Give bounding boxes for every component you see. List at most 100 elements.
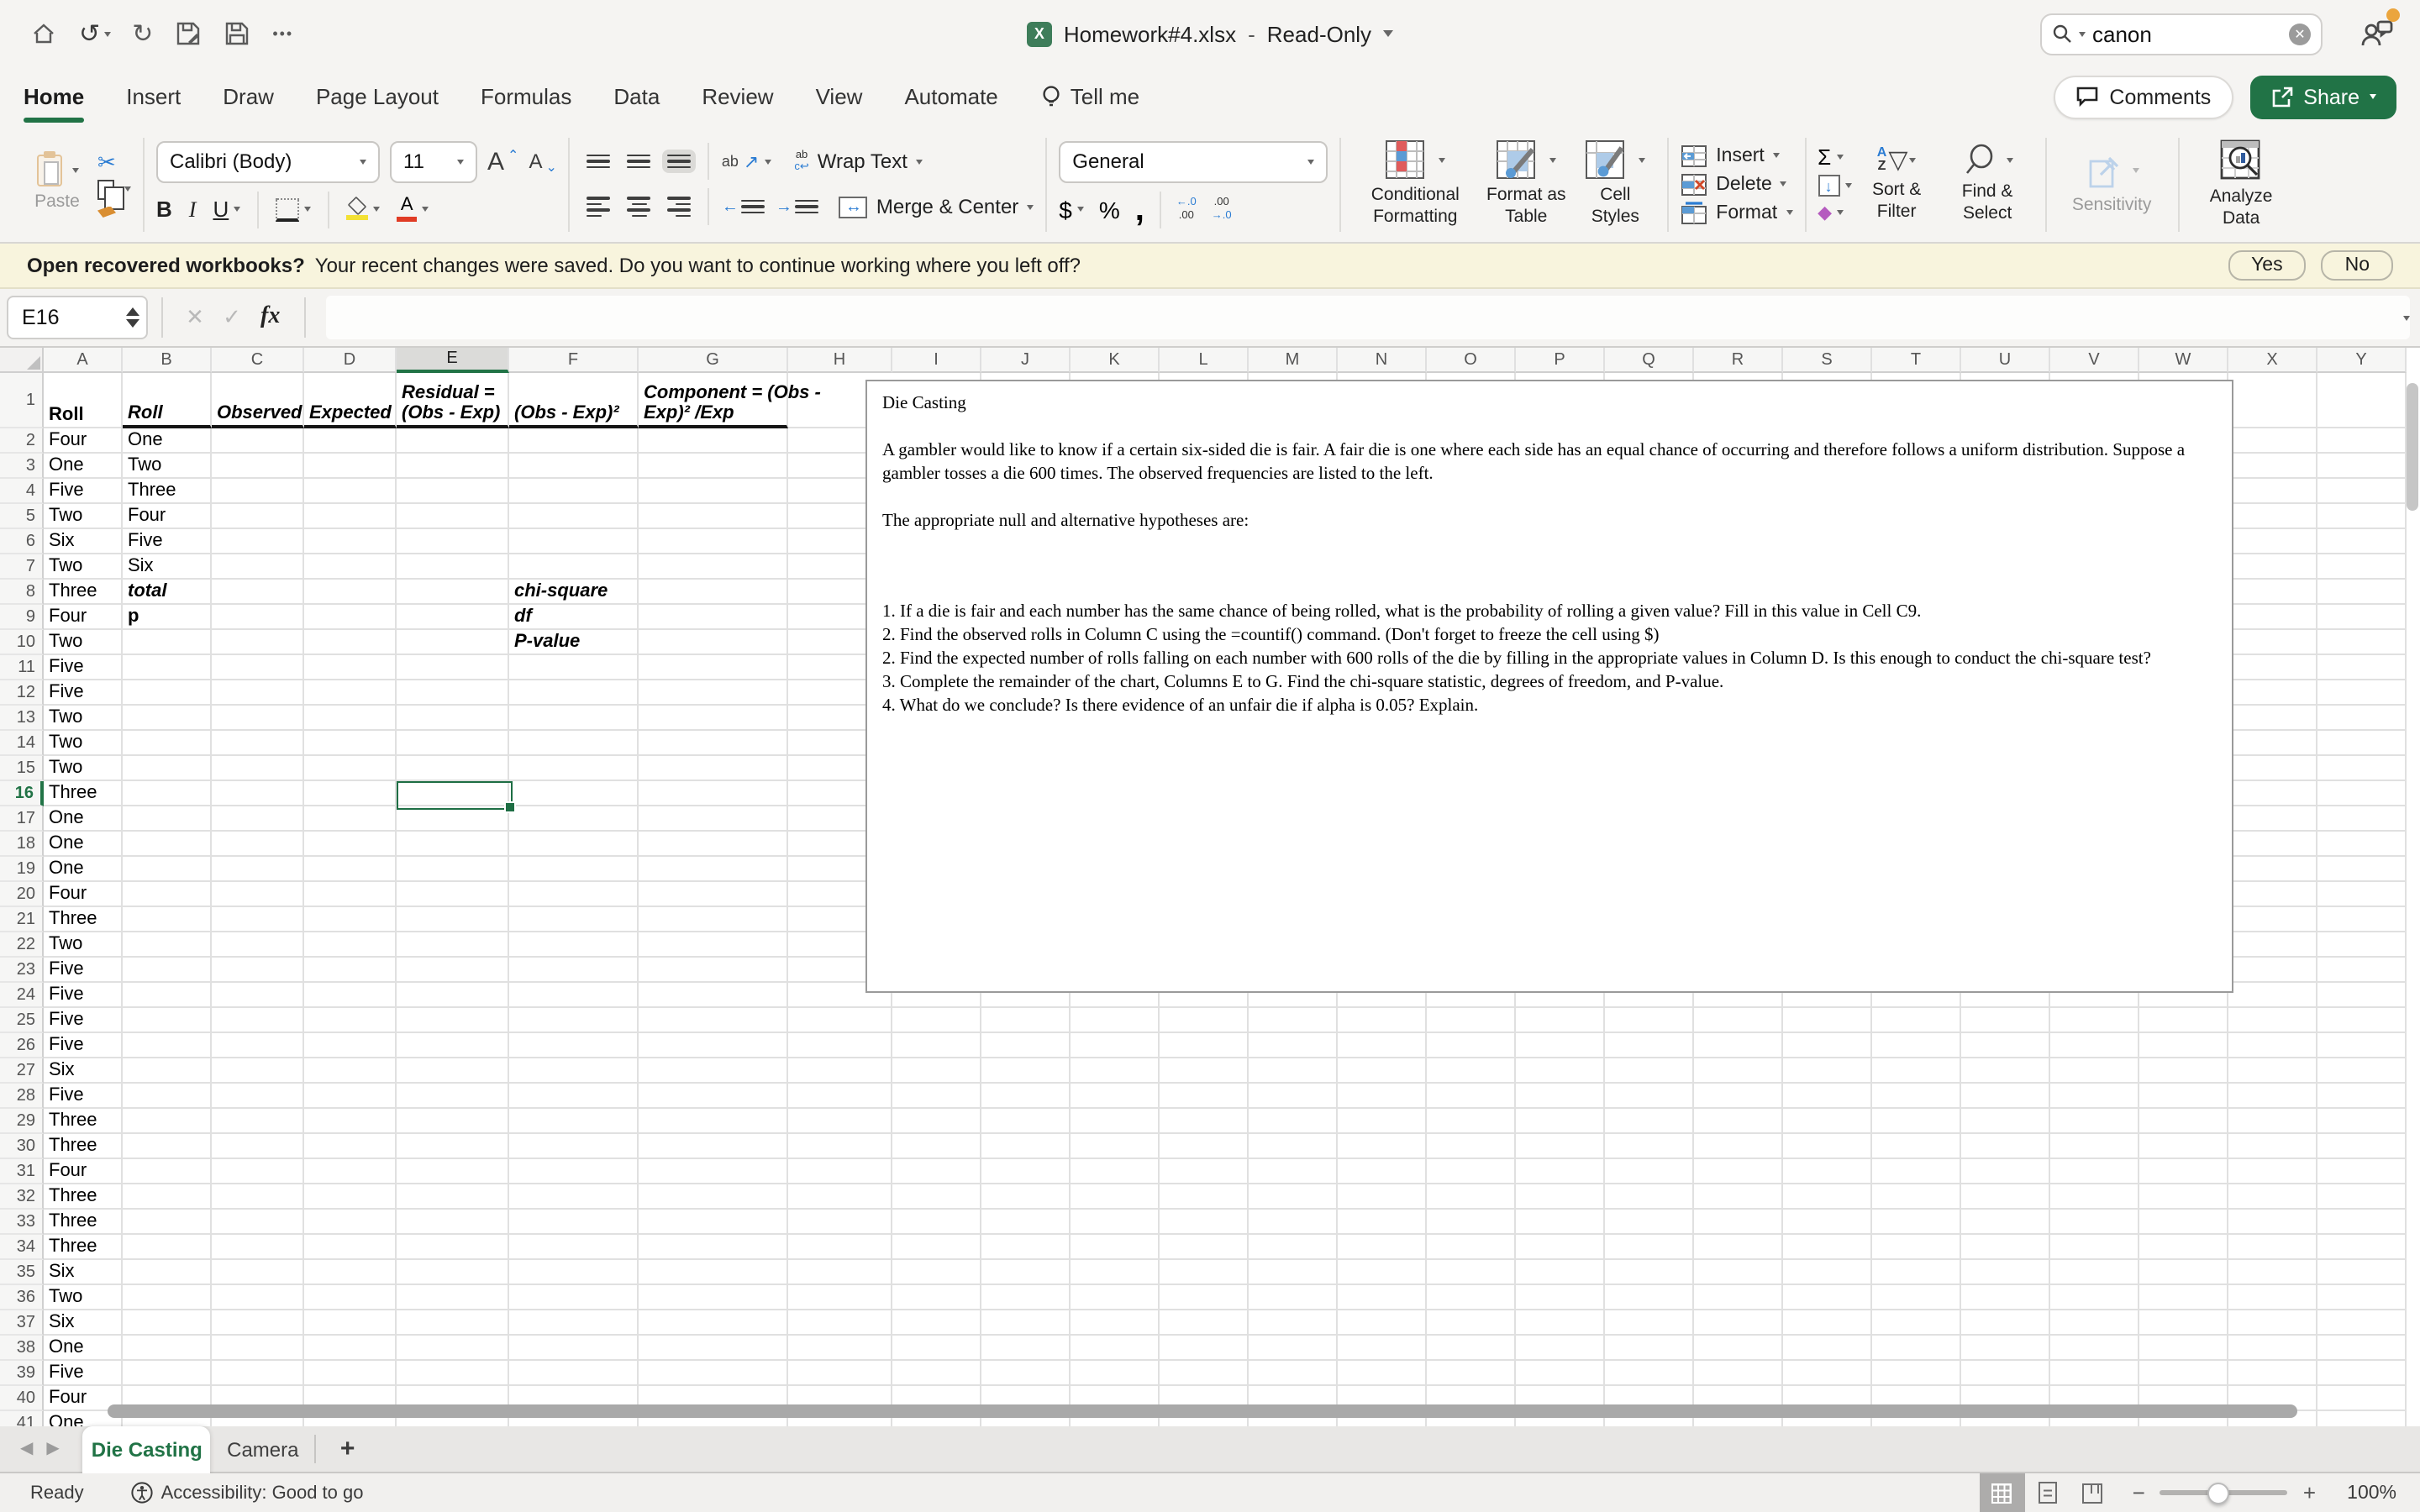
cell-O29[interactable]	[1427, 1109, 1516, 1134]
cell-F3[interactable]	[509, 454, 639, 479]
column-header-K[interactable]: K	[1071, 348, 1160, 373]
cell-H25[interactable]	[788, 1008, 892, 1033]
cell-A29[interactable]: Three	[44, 1109, 123, 1134]
number-format-select[interactable]: General	[1059, 140, 1328, 182]
cell-U35[interactable]	[1961, 1260, 2050, 1285]
fill-color-button[interactable]	[346, 196, 381, 221]
cell-F14[interactable]	[509, 731, 639, 756]
cell-A21[interactable]: Three	[44, 907, 123, 932]
column-header-L[interactable]: L	[1160, 348, 1249, 373]
cell-D38[interactable]	[304, 1336, 397, 1361]
cell-D8[interactable]	[304, 580, 397, 605]
cell-B35[interactable]	[123, 1260, 212, 1285]
cell-G26[interactable]	[639, 1033, 788, 1058]
cell-S28[interactable]	[1783, 1084, 1872, 1109]
cell-R39[interactable]	[1694, 1361, 1783, 1386]
format-as-table-button[interactable]: Format as Table	[1484, 140, 1568, 228]
cell-U39[interactable]	[1961, 1361, 2050, 1386]
cell-J30[interactable]	[981, 1134, 1071, 1159]
cell-G6[interactable]	[639, 529, 788, 554]
cell-K28[interactable]	[1071, 1084, 1160, 1109]
cell-C6[interactable]	[212, 529, 304, 554]
row-header-7[interactable]: 7	[0, 554, 44, 580]
cell-L29[interactable]	[1160, 1109, 1249, 1134]
cell-B25[interactable]	[123, 1008, 212, 1033]
page-layout-view-button[interactable]	[2025, 1473, 2070, 1512]
cell-A22[interactable]: Two	[44, 932, 123, 958]
cell-L28[interactable]	[1160, 1084, 1249, 1109]
cell-B14[interactable]	[123, 731, 212, 756]
cell-I29[interactable]	[892, 1109, 981, 1134]
cell-E3[interactable]	[397, 454, 509, 479]
cell-F29[interactable]	[509, 1109, 639, 1134]
sheet-prev-icon[interactable]: ◀	[20, 1440, 33, 1458]
tab-formulas[interactable]: Formulas	[481, 84, 571, 109]
cell-B1[interactable]: Roll	[123, 373, 212, 428]
undo-button[interactable]: ↺	[79, 21, 111, 46]
cell-Q38[interactable]	[1605, 1336, 1694, 1361]
cell-C3[interactable]	[212, 454, 304, 479]
cell-F8[interactable]: chi-square	[509, 580, 639, 605]
cell-B3[interactable]: Two	[123, 454, 212, 479]
no-button[interactable]: No	[2321, 250, 2393, 281]
cell-P31[interactable]	[1516, 1159, 1605, 1184]
cell-V31[interactable]	[2050, 1159, 2139, 1184]
cell-B13[interactable]	[123, 706, 212, 731]
active-cell-E16[interactable]	[397, 781, 516, 813]
cell-D27[interactable]	[304, 1058, 397, 1084]
column-header-T[interactable]: T	[1872, 348, 1961, 373]
cell-C25[interactable]	[212, 1008, 304, 1033]
cell-I34[interactable]	[892, 1235, 981, 1260]
merge-center-button[interactable]: ↔ Merge & Center	[839, 195, 1034, 218]
cell-G27[interactable]	[639, 1058, 788, 1084]
vertical-scrollbar[interactable]	[2407, 383, 2418, 511]
cell-C20[interactable]	[212, 882, 304, 907]
row-header-24[interactable]: 24	[0, 983, 44, 1008]
cell-L26[interactable]	[1160, 1033, 1249, 1058]
column-header-R[interactable]: R	[1694, 348, 1783, 373]
zoom-in-button[interactable]: +	[2303, 1480, 2316, 1505]
cell-T25[interactable]	[1872, 1008, 1961, 1033]
cell-B19[interactable]	[123, 857, 212, 882]
cell-X25[interactable]	[2228, 1008, 2317, 1033]
cell-P32[interactable]	[1516, 1184, 1605, 1210]
cell-D29[interactable]	[304, 1109, 397, 1134]
cell-O39[interactable]	[1427, 1361, 1516, 1386]
cell-S37[interactable]	[1783, 1310, 1872, 1336]
align-bottom-button[interactable]	[662, 149, 697, 174]
cell-C1[interactable]: Observed	[212, 373, 304, 428]
cell-Y3[interactable]	[2317, 454, 2407, 479]
cell-Q29[interactable]	[1605, 1109, 1694, 1134]
cell-X26[interactable]	[2228, 1033, 2317, 1058]
cell-A28[interactable]: Five	[44, 1084, 123, 1109]
format-cells-button[interactable]: Format	[1681, 201, 1793, 224]
cell-P33[interactable]	[1516, 1210, 1605, 1235]
cell-Q32[interactable]	[1605, 1184, 1694, 1210]
cell-B38[interactable]	[123, 1336, 212, 1361]
cell-X6[interactable]	[2228, 529, 2317, 554]
cell-F10[interactable]: P-value	[509, 630, 639, 655]
cell-D7[interactable]	[304, 554, 397, 580]
cell-F6[interactable]	[509, 529, 639, 554]
cell-L33[interactable]	[1160, 1210, 1249, 1235]
cell-Y37[interactable]	[2317, 1310, 2407, 1336]
cell-P25[interactable]	[1516, 1008, 1605, 1033]
cell-B12[interactable]	[123, 680, 212, 706]
cell-F21[interactable]	[509, 907, 639, 932]
cell-Y6[interactable]	[2317, 529, 2407, 554]
cell-F22[interactable]	[509, 932, 639, 958]
cell-D10[interactable]	[304, 630, 397, 655]
cell-G18[interactable]	[639, 832, 788, 857]
decrease-decimal-button[interactable]: ←.0.00	[1176, 197, 1197, 222]
cell-G9[interactable]	[639, 605, 788, 630]
cell-M39[interactable]	[1249, 1361, 1338, 1386]
cell-M31[interactable]	[1249, 1159, 1338, 1184]
cell-A17[interactable]: One	[44, 806, 123, 832]
cell-N32[interactable]	[1338, 1184, 1427, 1210]
zoom-out-button[interactable]: −	[2133, 1480, 2145, 1505]
cell-X1[interactable]	[2228, 373, 2317, 428]
cell-E19[interactable]	[397, 857, 509, 882]
cell-R27[interactable]	[1694, 1058, 1783, 1084]
cell-I28[interactable]	[892, 1084, 981, 1109]
cell-U32[interactable]	[1961, 1184, 2050, 1210]
